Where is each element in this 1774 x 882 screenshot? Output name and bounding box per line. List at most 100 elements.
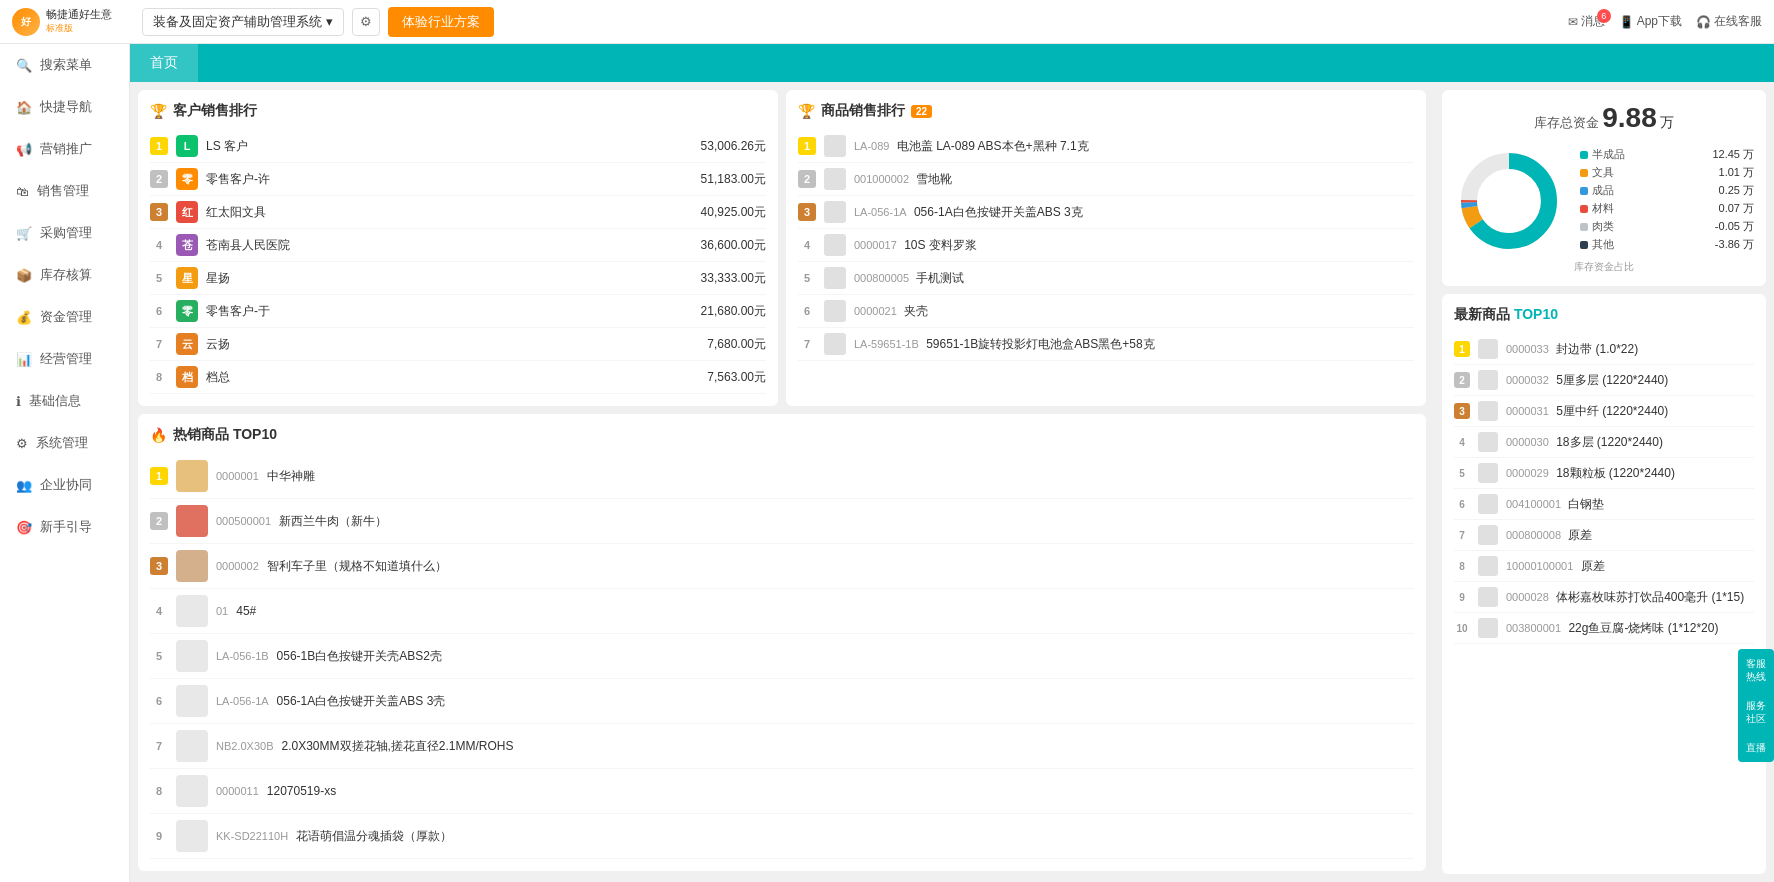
- sidebar-item-collab[interactable]: 👥 企业协同: [0, 464, 129, 506]
- product-name: 056-1B白色按键开关壳ABS2壳: [277, 648, 442, 665]
- customer-sales-card: 🏆 客户销售排行 1 L LS 客户 53,006.26元 2: [138, 90, 778, 406]
- sidebar-item-system[interactable]: ⚙ 系统管理: [0, 422, 129, 464]
- product-avatar: [824, 168, 846, 190]
- rank-num: 6: [798, 302, 816, 320]
- message-action[interactable]: ✉ 消息 6: [1568, 13, 1605, 30]
- trophy-icon: 🏆: [150, 103, 167, 119]
- mid-columns: 🏆 客户销售排行 1 L LS 客户 53,006.26元 2: [130, 82, 1434, 882]
- product-text: 0000030 18多层 (1220*2440): [1506, 434, 1754, 451]
- new-product-item: 3 0000031 5厘中纤 (1220*2440): [1454, 396, 1754, 427]
- fire-icon: 🔥: [150, 427, 167, 443]
- product-code: KK-SD22110H: [216, 830, 288, 842]
- customer-avatar: 星: [176, 267, 198, 289]
- customer-name: 档总: [206, 369, 699, 386]
- page-content: 🏆 客户销售排行 1 L LS 客户 53,006.26元 2: [130, 82, 1774, 882]
- sidebar-item-marketing[interactable]: 📢 营销推广: [0, 128, 129, 170]
- service-community-btn[interactable]: 服务社区: [1738, 691, 1774, 733]
- customer-value: 36,600.00元: [701, 237, 766, 254]
- customer-name: 星扬: [206, 270, 693, 287]
- nav-tabs: 首页: [130, 44, 1774, 82]
- sidebar-item-inventory[interactable]: 📦 库存核算: [0, 254, 129, 296]
- product-avatar: [1478, 339, 1498, 359]
- customer-value: 7,563.00元: [707, 369, 766, 386]
- customer-avatar: 零: [176, 300, 198, 322]
- system-selector[interactable]: 装备及固定资产辅助管理系统 ▾: [142, 8, 344, 36]
- tab-home[interactable]: 首页: [130, 44, 198, 82]
- sidebar-label-guide: 新手引导: [40, 518, 92, 536]
- hot-item: 6 LA-056-1A 056-1A白色按键开关盖ABS 3壳: [150, 679, 1414, 724]
- new-products-list: 1 0000033 封边带 (1.0*22) 2: [1454, 334, 1754, 644]
- collab-icon: 👥: [16, 478, 32, 493]
- float-service: 客服热线 服务社区 直播: [1738, 649, 1774, 762]
- sidebar-item-basic-info[interactable]: ℹ 基础信息: [0, 380, 129, 422]
- product-thumbnail: [176, 460, 208, 492]
- rank-num: 7: [798, 335, 816, 353]
- hot-item: 1 0000001 中华神雕: [150, 454, 1414, 499]
- new-product-item: 6 004100001 白钢垫: [1454, 489, 1754, 520]
- customer-value: 33,333.00元: [701, 270, 766, 287]
- finance-icon: 💰: [16, 310, 32, 325]
- product-text: 003800001 22g鱼豆腐-烧烤味 (1*12*20): [1506, 620, 1754, 637]
- live-btn[interactable]: 直播: [1738, 733, 1774, 762]
- product-code: NB2.0X30B: [216, 740, 273, 752]
- app-download-label: App下载: [1637, 13, 1682, 30]
- product-text: 0000031 5厘中纤 (1220*2440): [1506, 403, 1754, 420]
- product-text: 10000100001 原差: [1506, 558, 1754, 575]
- svg-rect-12: [1481, 342, 1495, 356]
- product-thumbnail: [176, 775, 208, 807]
- sidebar-item-finance[interactable]: 💰 资金管理: [0, 296, 129, 338]
- legend-color: [1580, 169, 1588, 177]
- product-avatar: [1478, 370, 1498, 390]
- online-service-action[interactable]: 🎧 在线客服: [1696, 13, 1762, 30]
- info-icon: ℹ: [16, 394, 21, 409]
- product-name: 12070519-xs: [267, 784, 336, 798]
- product-avatar: [824, 135, 846, 157]
- new-product-item: 10 003800001 22g鱼豆腐-烧烤味 (1*12*20): [1454, 613, 1754, 644]
- product-code: LA-056-1B: [216, 650, 269, 662]
- product-text: 0000033 封边带 (1.0*22): [1506, 341, 1754, 358]
- rank-num: 2: [1454, 372, 1470, 388]
- hot-item: 5 LA-056-1B 056-1B白色按键开关壳ABS2壳: [150, 634, 1414, 679]
- svg-rect-1: [827, 171, 843, 187]
- new-product-item: 1 0000033 封边带 (1.0*22): [1454, 334, 1754, 365]
- chart-footnote: 库存资金占比: [1454, 260, 1754, 274]
- hot-item: 9 KK-SD22110H 花语萌倡温分魂插袋（厚款）: [150, 814, 1414, 859]
- customer-sales-title: 🏆 客户销售排行: [150, 102, 766, 120]
- svg-rect-2: [827, 204, 843, 220]
- product-code: 000500001: [216, 515, 271, 527]
- settings-button[interactable]: ⚙: [352, 8, 380, 36]
- sidebar-item-sales[interactable]: 🛍 销售管理: [0, 170, 129, 212]
- customer-name: 零售客户-许: [206, 171, 693, 188]
- inventory-legend: 半成品 12.45 万 文具 1.01 万: [1580, 147, 1754, 255]
- customer-avatar: 苍: [176, 234, 198, 256]
- product-info: LA-59651-1B 59651-1B旋转投影灯电池盒ABS黑色+58克: [854, 336, 1414, 353]
- rank-item: 1 L LS 客户 53,006.26元: [150, 130, 766, 163]
- product-thumbnail: [176, 730, 208, 762]
- sidebar-item-purchase[interactable]: 🛒 采购管理: [0, 212, 129, 254]
- product-sales-title: 🏆 商品销售排行 22: [798, 102, 1414, 120]
- home-icon: 🏠: [16, 100, 32, 115]
- rank-item: 6 零 零售客户-于 21,680.00元: [150, 295, 766, 328]
- sidebar-search-label: 搜索菜单: [40, 56, 92, 74]
- sidebar-item-guide[interactable]: 🎯 新手引导: [0, 506, 129, 548]
- logo-text: 畅捷通好生意: [46, 8, 112, 21]
- product-info: 0000021 夹壳: [854, 303, 1414, 320]
- trial-button[interactable]: 体验行业方案: [388, 7, 494, 37]
- logo-icon: 好: [12, 8, 40, 36]
- sidebar-label-collab: 企业协同: [40, 476, 92, 494]
- sidebar-search[interactable]: 🔍 搜索菜单: [0, 44, 129, 86]
- rank-num: 3: [150, 557, 168, 575]
- rank-num: 2: [798, 170, 816, 188]
- rank-num: 5: [1454, 465, 1470, 481]
- product-sales-card: 🏆 商品销售排行 22 1 LA-089: [786, 90, 1426, 406]
- hot-item: 2 000500001 新西兰牛肉（新牛）: [150, 499, 1414, 544]
- customer-service-btn[interactable]: 客服热线: [1738, 649, 1774, 691]
- sidebar-item-operations[interactable]: 📊 经营管理: [0, 338, 129, 380]
- app-download-action[interactable]: 📱 App下载: [1619, 13, 1682, 30]
- legend-item: 半成品 12.45 万: [1580, 147, 1754, 162]
- hot-products-title: 🔥 热销商品 TOP10: [150, 426, 1414, 444]
- rank-item: 2 零 零售客户-许 51,183.00元: [150, 163, 766, 196]
- product-thumbnail: [176, 595, 208, 627]
- rank-number: 1: [150, 137, 168, 155]
- sidebar-item-quicknav[interactable]: 🏠 快捷导航: [0, 86, 129, 128]
